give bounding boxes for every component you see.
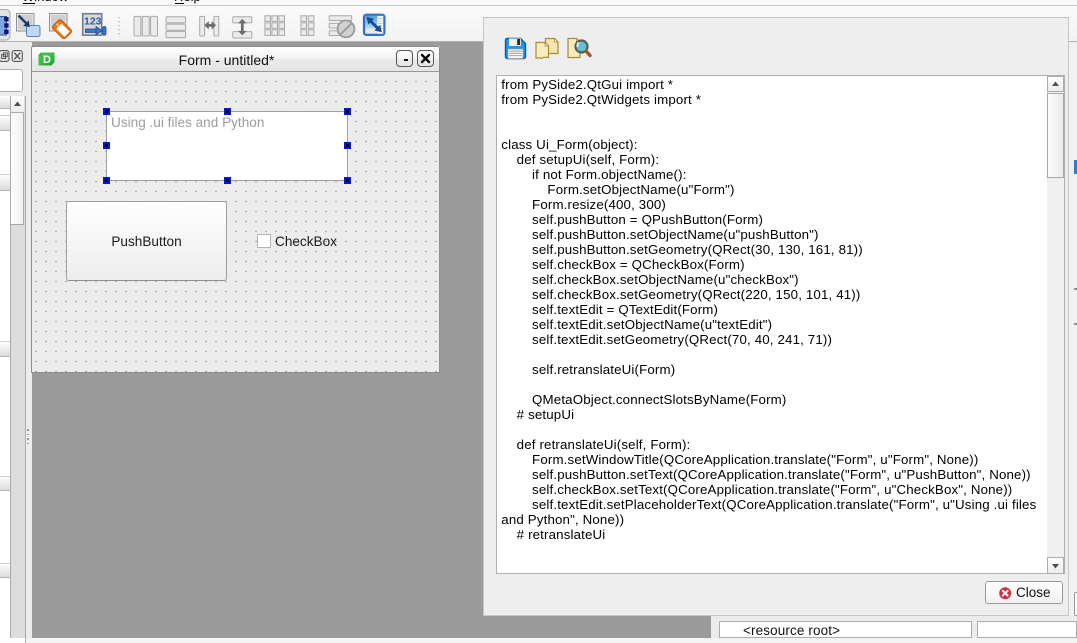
svg-text:123: 123 (84, 16, 102, 28)
